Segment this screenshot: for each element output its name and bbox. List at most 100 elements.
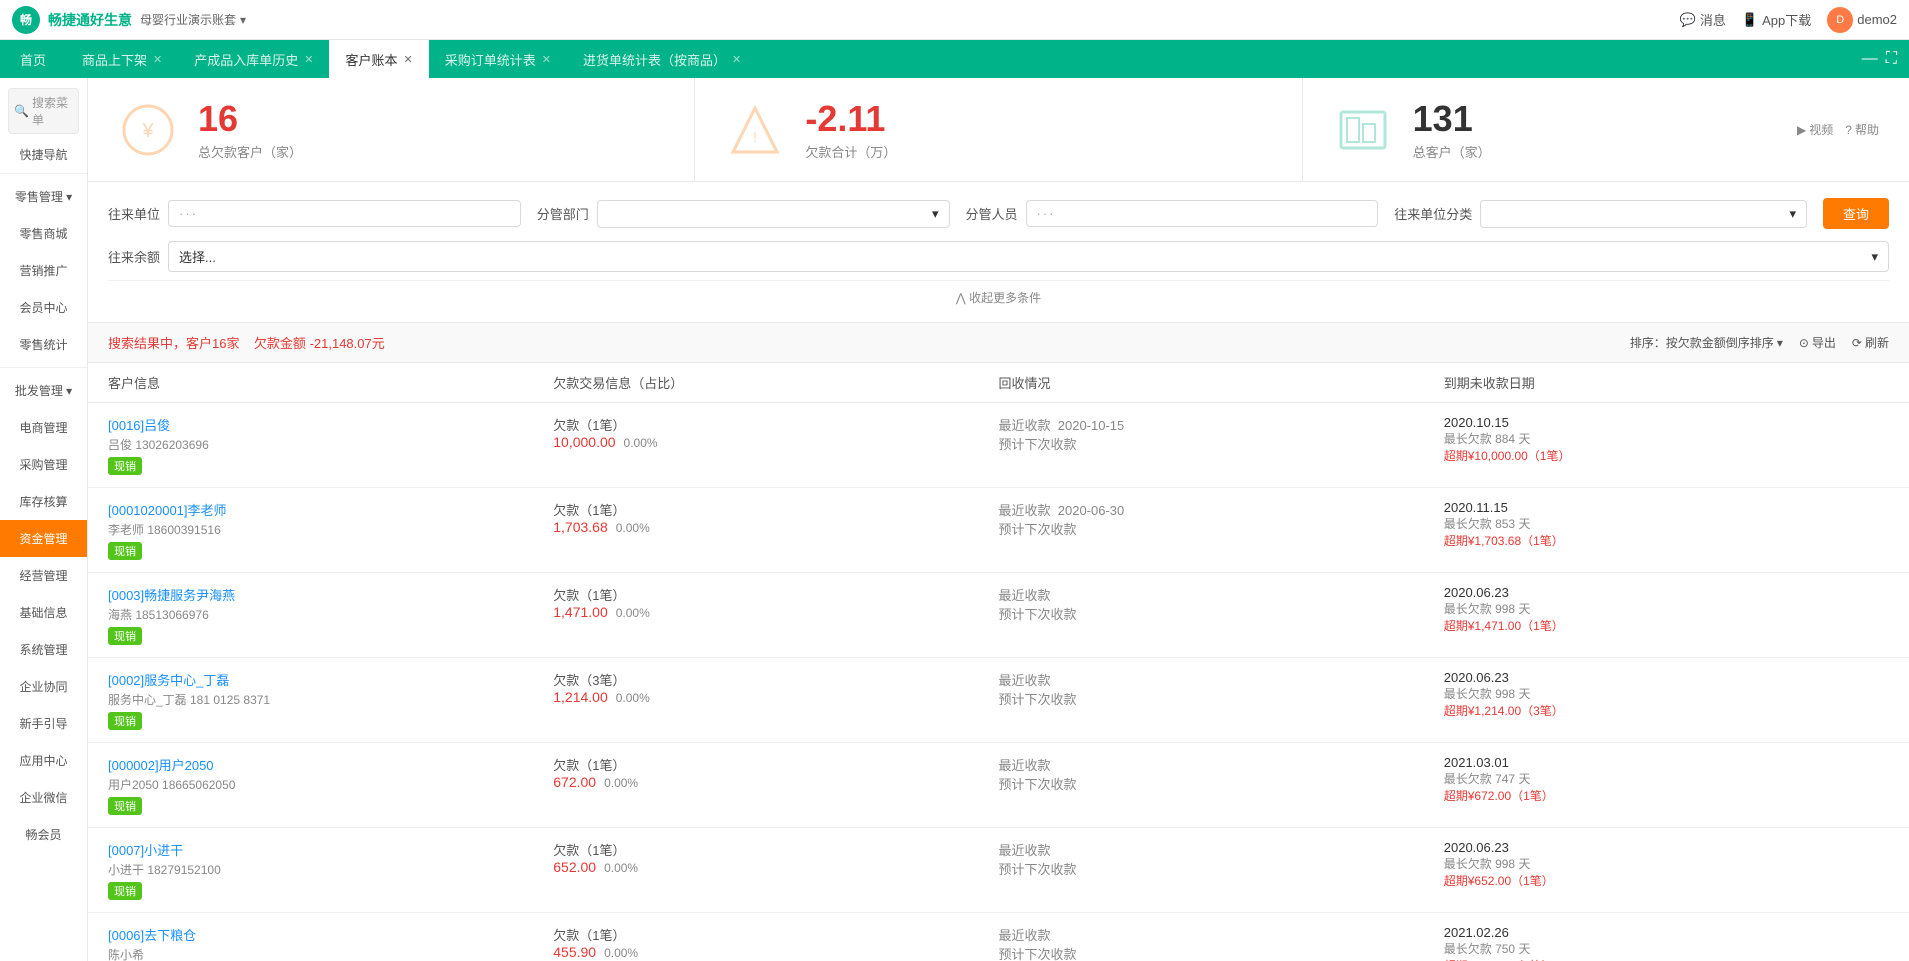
stat-number-total-customers: 131 (1413, 98, 1491, 140)
col-header-debt: 欠款交易信息（占比） (553, 373, 998, 392)
due-cell-3: 2020.06.23 最长欠款 998 天 超期¥1,214.00（3笔） (1444, 670, 1889, 719)
sidebar-item-basic-info[interactable]: 基础信息 (0, 594, 87, 631)
tab-customer-account[interactable]: 客户账本 ✕ (329, 40, 428, 78)
customer-cell-5: [0007]小进干 小进干 18279152100 现销 (108, 840, 553, 900)
collect-cell-3: 最近收款 预计下次收款 (999, 670, 1444, 708)
sidebar-item-guide[interactable]: 新手引导 (0, 705, 87, 742)
debt-amount-icon: ! (725, 100, 785, 160)
main-layout: 🔍 搜索菜单 快捷导航 零售管理 ▾ 零售商城 营销推广 会员中心 零售统计 批… (0, 78, 1909, 961)
avatar: D (1827, 7, 1853, 33)
debt-cell-3: 欠款（3笔） 1,214.000.00% (553, 670, 998, 705)
stat-label-debt-amount: 欠款合计（万） (805, 142, 896, 161)
stat-number-debt-amount: -2.11 (805, 98, 896, 140)
customer-name-link-6[interactable]: [0006]去下粮仓 (108, 925, 553, 944)
video-button[interactable]: ▶ 视频 (1797, 121, 1833, 138)
sidebar-item-operations[interactable]: 经营管理 (0, 557, 87, 594)
sidebar-item-quick-nav[interactable]: 快捷导航 (0, 140, 87, 169)
customer-cell-6: [0006]去下粮仓 陈小希 现销 (108, 925, 553, 961)
sidebar-item-enterprise[interactable]: 企业协同 (0, 668, 87, 705)
tab-home[interactable]: 首页 (0, 40, 66, 78)
sidebar-item-vip[interactable]: 畅会员 (0, 816, 87, 853)
customer-name-link-4[interactable]: [000002]用户2050 (108, 755, 553, 774)
export-button[interactable]: ⊙ 导出 (1799, 334, 1836, 351)
sidebar-item-retail-store[interactable]: 零售商城 (0, 215, 87, 252)
refresh-button[interactable]: ⟳ 刷新 (1852, 334, 1889, 351)
table-row: [0006]去下粮仓 陈小希 现销 欠款（1笔） 455.900.00% 最近收… (88, 913, 1909, 961)
customer-name-link-3[interactable]: [0002]服务中心_丁磊 (108, 670, 553, 689)
results-actions: 排序：按欠款金额倒序排序 ▾ ⊙ 导出 ⟳ 刷新 (1630, 334, 1889, 351)
sidebar-item-purchase-mgmt[interactable]: 采购管理 (0, 446, 87, 483)
sidebar-item-system[interactable]: 系统管理 (0, 631, 87, 668)
debt-cell-6: 欠款（1笔） 455.900.00% (553, 925, 998, 960)
sidebar-item-finance[interactable]: 资金管理 (0, 520, 87, 557)
overdue-0[interactable]: 超期¥10,000.00（1笔） (1444, 447, 1889, 464)
stat-info-2: -2.11 欠款合计（万） (805, 98, 896, 161)
user-avatar-button[interactable]: D demo2 (1827, 7, 1897, 33)
stats-row: ¥ 16 总欠款客户（家） ! -2.11 欠款合计（万） (88, 78, 1909, 182)
collapse-filters-button[interactable]: ⋀ 收起更多条件 (108, 280, 1889, 314)
col-header-customer: 客户信息 (108, 373, 553, 392)
sidebar-item-wechat[interactable]: 企业微信 (0, 779, 87, 816)
sidebar-item-batch-mgmt[interactable]: 批发管理 ▾ (0, 372, 87, 409)
tab-product-listing[interactable]: 商品上下架 ✕ (66, 40, 178, 78)
stat-info-1: 16 总欠款客户（家） (198, 98, 302, 161)
tab-product-history[interactable]: 产成品入库单历史 ✕ (178, 40, 329, 78)
collect-cell-2: 最近收款 预计下次收款 (999, 585, 1444, 623)
logo-area: 畅 畅捷通好生意 母婴行业演示账套 ▾ (12, 6, 246, 34)
close-icon[interactable]: ✕ (542, 53, 551, 66)
table-row: [0001020001]李老师 李老师 18600391516 现销 欠款（1笔… (88, 488, 1909, 573)
app-name: 畅捷通好生意 (48, 10, 132, 30)
expand-icon[interactable]: ⛶ (1886, 50, 1897, 68)
sidebar-item-app-center[interactable]: 应用中心 (0, 742, 87, 779)
help-button[interactable]: ? 帮助 (1845, 121, 1879, 138)
app-download-button[interactable]: 📱 App下载 (1742, 10, 1811, 29)
sort-selector[interactable]: 排序：按欠款金额倒序排序 ▾ (1630, 334, 1783, 351)
results-info-bar: 搜索结果中，客户16家 欠款金额 -21,148.07元 排序：按欠款金额倒序排… (88, 322, 1909, 363)
sidebar-item-retail-stats[interactable]: 零售统计 (0, 326, 87, 363)
top-bar: 畅 畅捷通好生意 母婴行业演示账套 ▾ 💬 消息 📱 App下载 D demo2 (0, 0, 1909, 40)
export-icon: ⊙ (1799, 336, 1809, 350)
close-icon[interactable]: ✕ (732, 53, 741, 66)
search-button[interactable]: 查询 (1823, 198, 1889, 229)
customer-name-link-2[interactable]: [0003]畅捷服务尹海燕 (108, 585, 553, 604)
sidebar-item-marketing[interactable]: 营销推广 (0, 252, 87, 289)
due-cell-2: 2020.06.23 最长欠款 998 天 超期¥1,471.00（1笔） (1444, 585, 1889, 634)
close-icon[interactable]: ✕ (153, 53, 162, 66)
category-select[interactable]: ▾ (1480, 200, 1807, 228)
message-button[interactable]: 💬 消息 (1680, 10, 1726, 29)
download-icon: 📱 (1742, 12, 1758, 28)
customer-name-link-0[interactable]: [0016]吕俊 (108, 415, 553, 434)
video-icon: ▶ (1797, 123, 1806, 137)
tab-purchase-stats[interactable]: 采购订单统计表 ✕ (429, 40, 567, 78)
table-row: [0003]畅捷服务尹海燕 海燕 18513066976 现销 欠款（1笔） 1… (88, 573, 1909, 658)
close-icon[interactable]: ✕ (304, 53, 313, 66)
minimize-icon[interactable]: — (1862, 50, 1878, 68)
person-input[interactable]: ··· (1026, 200, 1379, 227)
results-summary: 搜索结果中，客户16家 欠款金额 -21,148.07元 (108, 333, 385, 352)
customer-name-link-5[interactable]: [0007]小进干 (108, 840, 553, 859)
close-icon[interactable]: ✕ (404, 53, 413, 66)
customer-name-link-1[interactable]: [0001020001]李老师 (108, 500, 553, 519)
customer-cell-3: [0002]服务中心_丁磊 服务中心_丁磊 181 0125 8371 现销 (108, 670, 553, 730)
sidebar-item-membership[interactable]: 会员中心 (0, 289, 87, 326)
collect-cell-1: 最近收款 2020-06-30 预计下次收款 (999, 500, 1444, 538)
chevron-down-icon: ▾ (1789, 206, 1796, 222)
tenant-selector[interactable]: 母婴行业演示账套 ▾ (140, 11, 246, 28)
chevron-down-icon: ▾ (932, 206, 939, 222)
sidebar-item-inventory[interactable]: 库存核算 (0, 483, 87, 520)
supplier-input[interactable]: ··· (168, 200, 521, 227)
table-row: [0016]吕俊 吕俊 13026203696 现销 欠款（1笔） 10,000… (88, 403, 1909, 488)
sidebar-item-ecommerce[interactable]: 电商管理 (0, 409, 87, 446)
divider (0, 173, 87, 174)
customer-cell-4: [000002]用户2050 用户2050 18665062050 现销 (108, 755, 553, 815)
tab-purchase-stats2[interactable]: 进货单统计表（按商品） ✕ (567, 40, 757, 78)
filter-supplier: 往来单位 ··· (108, 200, 521, 227)
debt-cell-1: 欠款（1笔） 1,703.680.00% (553, 500, 998, 535)
table-row: [000002]用户2050 用户2050 18665062050 现销 欠款（… (88, 743, 1909, 828)
search-button[interactable]: 🔍 搜索菜单 (8, 88, 79, 134)
days-0: 最长欠款 884 天 (1444, 430, 1889, 447)
sidebar-item-retail-mgmt[interactable]: 零售管理 ▾ (0, 178, 87, 215)
balance-select[interactable]: 选择... ▾ (168, 241, 1889, 272)
status-badge-1: 现销 (108, 542, 142, 560)
department-select[interactable]: ▾ (597, 200, 950, 228)
